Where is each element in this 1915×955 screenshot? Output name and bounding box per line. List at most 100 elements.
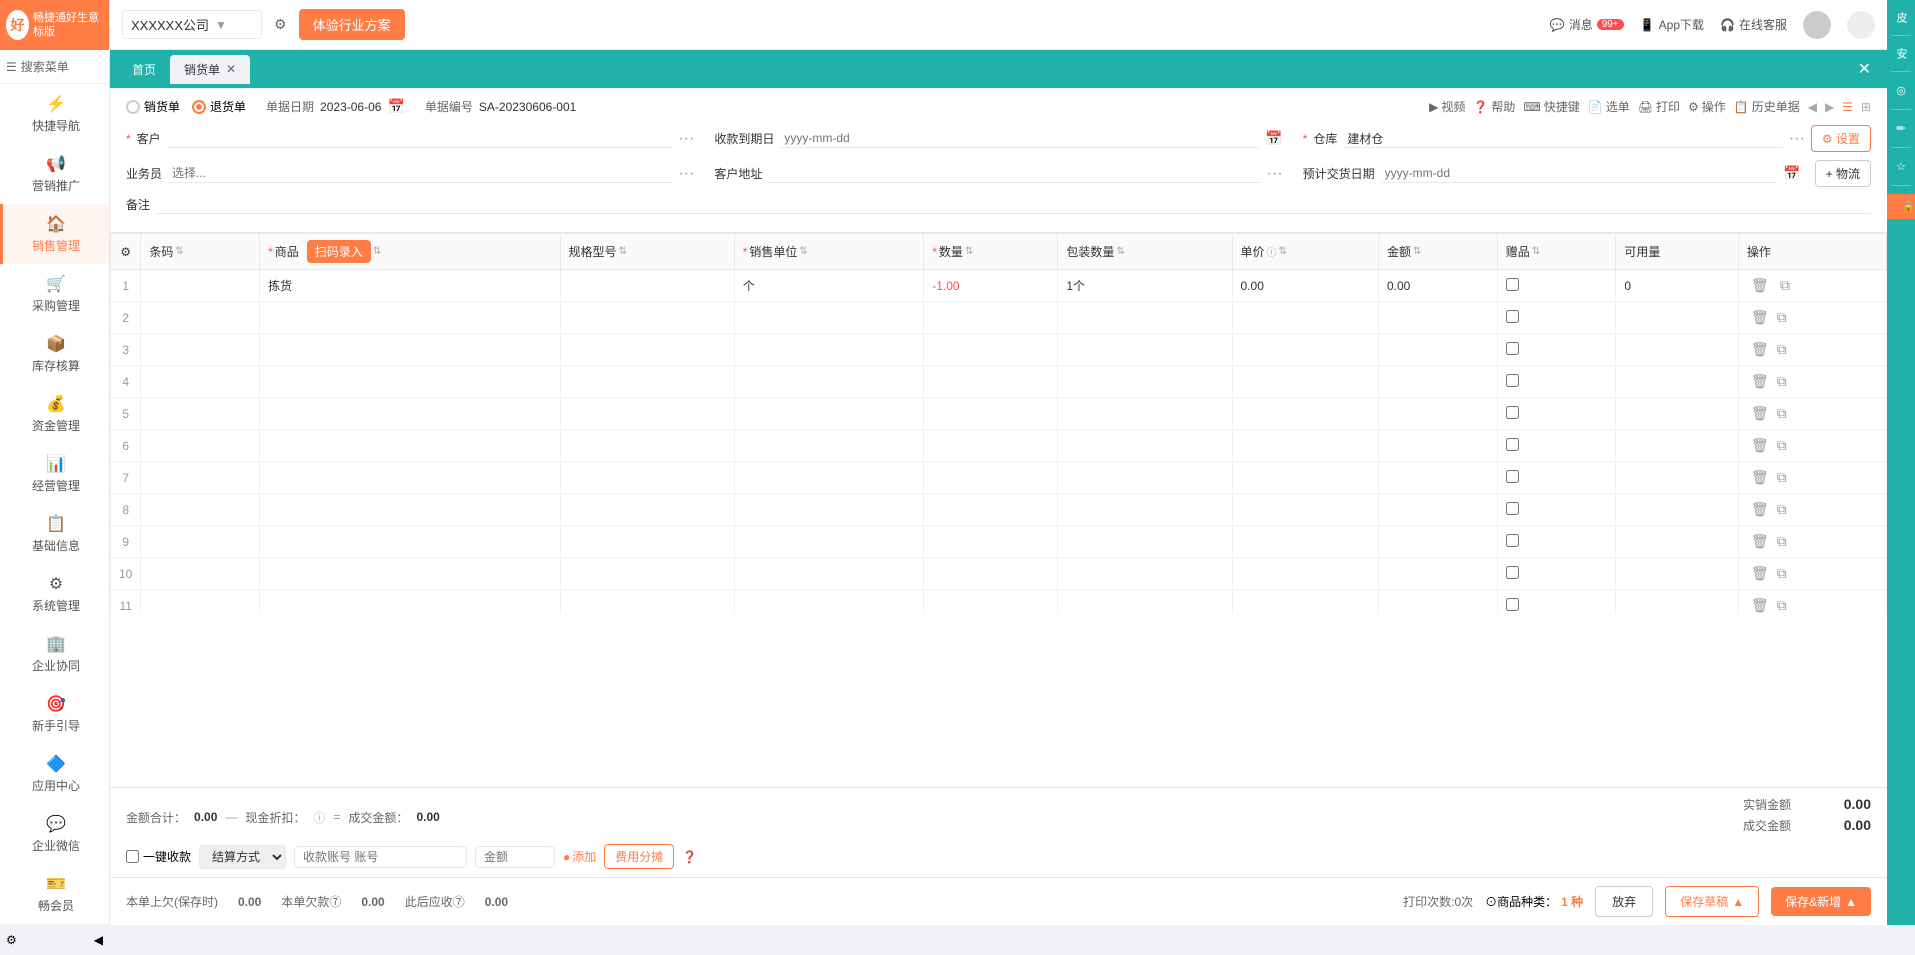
radio-sales-order[interactable]: 销货单 [126,98,180,115]
gift-checkbox-5[interactable] [1506,406,1519,419]
th-product[interactable]: *商品 扫码录入 ⇅ [260,234,560,270]
delete-row-11[interactable]: 🗑 [1747,595,1773,613]
copy-row-8[interactable]: ⧉ [1773,499,1791,520]
sidebar-item-purchase[interactable]: 🛒 采购管理 [0,264,109,324]
gift-checkbox-4[interactable] [1506,374,1519,387]
scan-button[interactable]: 扫码录入 [307,240,371,263]
sidebar-item-marketing[interactable]: 📢 营销推广 [0,144,109,204]
delete-row-2[interactable]: 🗑 [1747,307,1773,328]
sidebar-item-enterprise[interactable]: 🏢 企业协同 [0,624,109,684]
th-gift[interactable]: 赠品⇅ [1497,234,1616,270]
print-action[interactable]: 🖨 打印 [1638,98,1680,115]
sidebar-item-appstore[interactable]: 🔷 应用中心 [0,744,109,804]
gift-1[interactable] [1497,270,1616,302]
delete-row-10[interactable]: 🗑 [1747,563,1773,584]
amount-1[interactable]: 0.00 [1378,270,1497,302]
settings-bottom-icon[interactable]: ⚙ [6,933,17,947]
th-unit-price[interactable]: 单价ⓘ⇅ [1232,234,1378,270]
select-action[interactable]: 📄 选单 [1588,98,1630,115]
copy-row-9[interactable]: ⧉ [1773,531,1791,552]
sidebar-item-operations[interactable]: 📊 经营管理 [0,444,109,504]
th-pkg-qty[interactable]: 包装数量⇅ [1058,234,1232,270]
amount-input[interactable] [475,846,555,868]
warehouse-input[interactable] [1343,129,1783,148]
help-action[interactable]: ❓ 帮助 [1473,98,1515,115]
sidebar-search[interactable]: ☰ 搜索菜单 [0,50,109,84]
window-close-button[interactable]: ✕ [1850,59,1879,79]
copy-row-5[interactable]: ⧉ [1773,403,1791,424]
company-selector[interactable]: XXXXXX公司 ▼ [122,10,262,39]
delete-row-9[interactable]: 🗑 [1747,531,1773,552]
customer-addr-more-icon[interactable]: ··· [1267,165,1283,183]
remarks-input[interactable] [156,195,1871,214]
gift-checkbox-8[interactable] [1506,502,1519,515]
save-draft-button[interactable]: 保存草稿 ▲ [1665,886,1759,917]
th-qty[interactable]: *数量⇅ [924,234,1058,270]
delete-row-1[interactable]: 🗑 [1747,275,1773,296]
collapse-icon[interactable]: ◀ [94,933,103,947]
rp-skin-item[interactable]: 皮 [1889,8,1913,27]
sidebar-item-quick-nav[interactable]: ⚡ 快捷导航 [0,84,109,144]
expected-date-calendar-icon[interactable]: 📅 [1783,165,1800,182]
expense-help-icon[interactable]: ❓ [682,850,697,864]
view-grid-icon[interactable]: ⊞ [1861,100,1871,114]
copy-row-2[interactable]: ⧉ [1773,307,1791,328]
sidebar-item-guide[interactable]: 🎯 新手引导 [0,684,109,744]
history-action[interactable]: 📋 历史单据 [1734,98,1800,115]
one-key-payment-checkbox[interactable]: 一键收款 [126,848,191,865]
th-unit[interactable]: *销售单位⇅ [734,234,924,270]
customer-more-icon[interactable]: ··· [678,130,694,148]
logistics-button[interactable]: + 物流 [1815,160,1871,187]
add-payment-button[interactable]: ● 添加 [563,848,596,865]
copy-row-3[interactable]: ⧉ [1773,339,1791,360]
view-list-icon[interactable]: ☰ [1842,100,1853,114]
due-date-input[interactable] [780,129,1259,148]
sidebar-item-system[interactable]: ⚙ 系统管理 [0,564,109,624]
gift-checkbox-10[interactable] [1506,566,1519,579]
th-amount[interactable]: 金额⇅ [1378,234,1497,270]
payment-method-select[interactable]: 结算方式 [199,845,286,869]
sidebar-item-sales[interactable]: 🏠 销售管理 [0,204,109,264]
topbar-gear-icon[interactable]: ⚙ [274,16,287,33]
spec-1[interactable] [560,270,734,302]
sidebar-item-member[interactable]: 🎫 畅会员 [0,864,109,924]
sidebar-item-inventory[interactable]: 📦 库存核算 [0,324,109,384]
unit-1[interactable]: 个 [734,270,924,302]
gift-checkbox-1[interactable] [1506,278,1519,291]
copy-row-1[interactable]: ⧉ [1776,275,1794,296]
shortcut-action[interactable]: ⌨ 快捷键 [1523,98,1579,115]
gift-checkbox-7[interactable] [1506,470,1519,483]
customer-input[interactable] [167,129,673,148]
due-date-calendar-icon[interactable]: 📅 [1265,130,1282,147]
delete-row-4[interactable]: 🗑 [1747,371,1773,392]
cash-discount-info-icon[interactable]: ⓘ [313,809,325,826]
th-barcode[interactable]: 条码⇅ [141,234,260,270]
tab-close-icon[interactable]: ✕ [226,62,236,76]
expense-split-button[interactable]: 费用分摊 [604,844,674,869]
sidebar-item-finance[interactable]: 💰 资金管理 [0,384,109,444]
delete-row-5[interactable]: 🗑 [1747,403,1773,424]
qty-1[interactable]: -1.00 [924,270,1058,302]
sidebar-item-basics[interactable]: 📋 基础信息 [0,504,109,564]
product-1[interactable]: 拣货 [260,270,560,302]
trial-button[interactable]: 体验行业方案 [299,9,405,40]
sidebar-item-wechat[interactable]: 💬 企业微信 [0,804,109,864]
rp-lock-item[interactable]: 🔒 [1887,194,1915,219]
copy-row-10[interactable]: ⧉ [1773,563,1791,584]
copy-row-6[interactable]: ⧉ [1773,435,1791,456]
app-download-item[interactable]: 📱 App下载 [1640,16,1704,33]
prev-icon[interactable]: ◀ [1808,100,1817,114]
barcode-2[interactable] [141,302,260,334]
table-wrap[interactable]: ⚙ 条码⇅ *商品 扫码录入 ⇅ 规格型号⇅ *销售单 [110,233,1887,613]
rp-edit-item[interactable]: ✏ [1891,118,1912,139]
product-2[interactable] [260,302,560,334]
copy-row-11[interactable]: ⧉ [1773,595,1791,613]
rp-star-item[interactable]: ☆ [1891,156,1912,177]
tab-home[interactable]: 首页 [118,55,170,84]
discard-button[interactable]: 放弃 [1595,886,1653,917]
avatar[interactable] [1803,11,1831,39]
save-new-chevron-icon[interactable]: ▲ [1845,895,1857,909]
th-spec[interactable]: 规格型号⇅ [560,234,734,270]
messages-item[interactable]: 💬 消息 99+ [1550,16,1624,33]
ops-action[interactable]: ⚙ 操作 [1688,98,1726,115]
